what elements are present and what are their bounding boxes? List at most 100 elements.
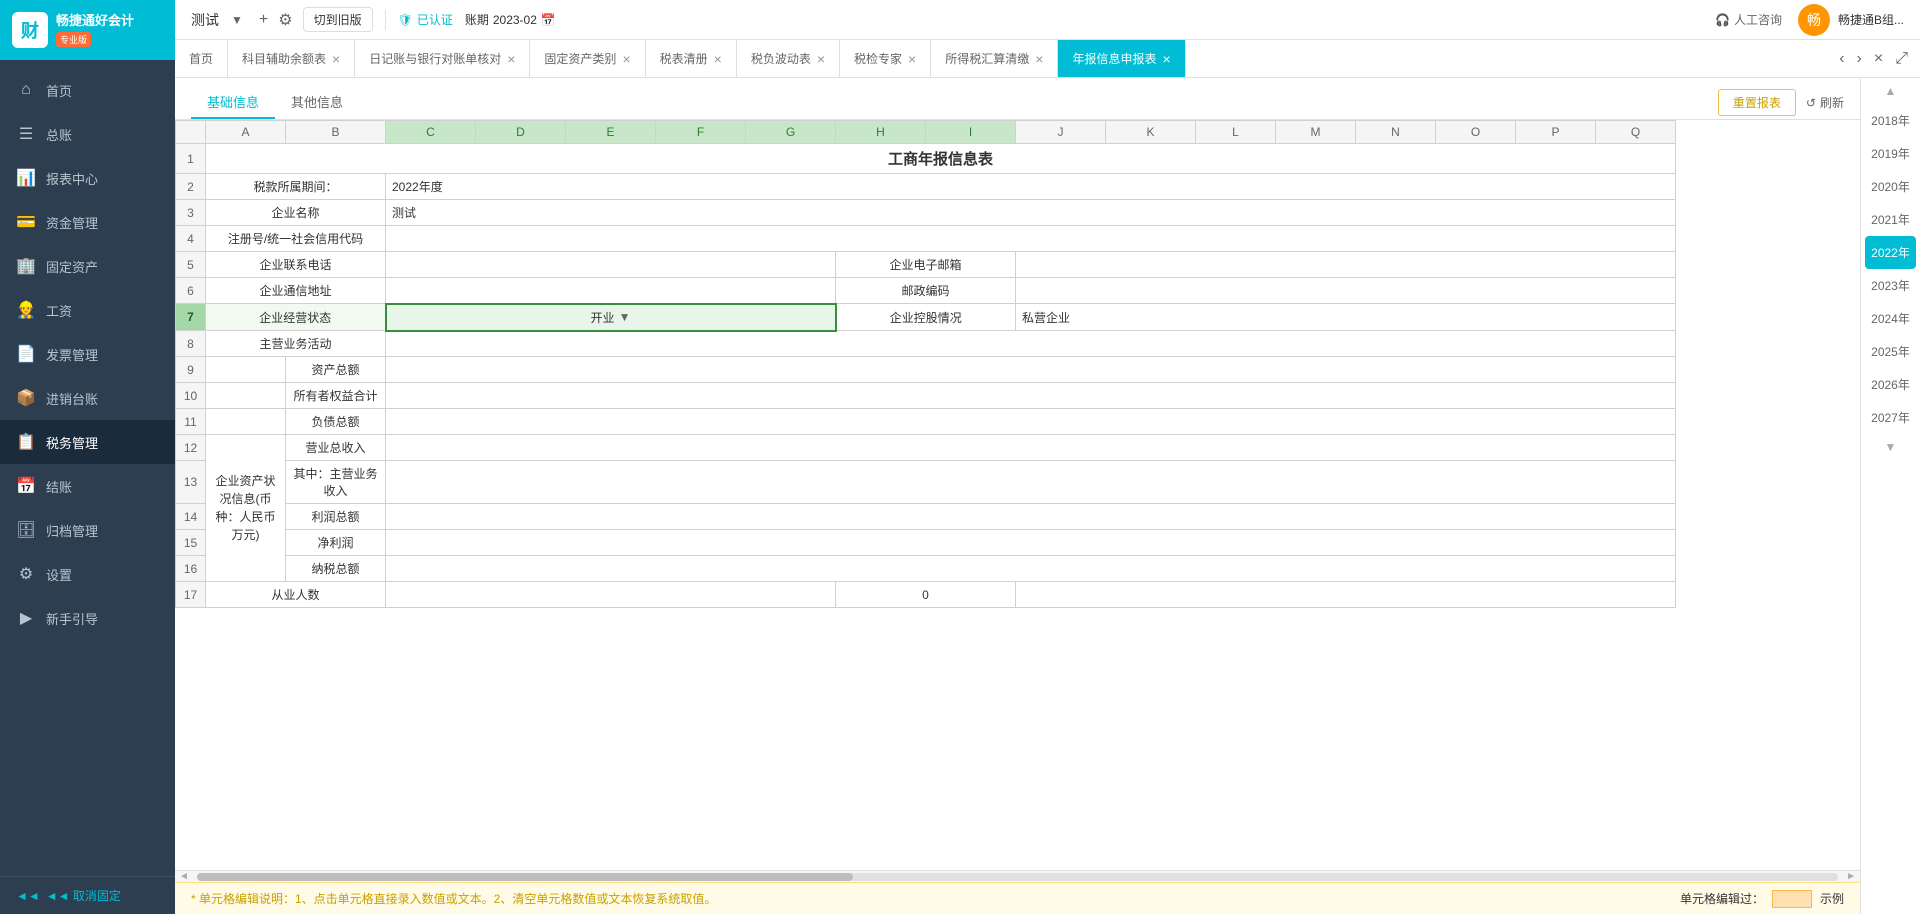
col-header-e[interactable]: E xyxy=(566,121,656,144)
tab-close-icon[interactable]: × xyxy=(908,52,916,66)
cell-total-assets-value[interactable] xyxy=(386,357,1676,383)
tab-incometax[interactable]: 所得税汇算清缴 × xyxy=(931,40,1058,77)
horizontal-scrollbar[interactable]: ◄ ► xyxy=(175,870,1860,882)
cell-main-revenue-value[interactable] xyxy=(386,461,1676,504)
cell-holding-value[interactable]: 私营企业 xyxy=(1016,304,1676,331)
tab-next-button[interactable]: › xyxy=(1853,48,1866,70)
tab-close-icon[interactable]: × xyxy=(507,52,515,66)
cell-biz-status-value[interactable]: 开业 ▼ xyxy=(386,304,836,331)
cell-company-name-value[interactable]: 测试 xyxy=(386,200,1676,226)
add-icon[interactable]: + xyxy=(259,11,268,29)
cell-employees-value-mid[interactable]: 0 xyxy=(836,582,1016,608)
settings-icon[interactable]: ⚙ xyxy=(278,10,292,30)
year-panel-down-button[interactable]: ▼ xyxy=(1861,434,1920,460)
tab-yearreport[interactable]: 年报信息申报表 × xyxy=(1058,40,1185,77)
col-header-p[interactable]: P xyxy=(1516,121,1596,144)
col-header-b[interactable]: B xyxy=(286,121,386,144)
refresh-button[interactable]: ↺ 刷新 xyxy=(1806,94,1844,111)
sidebar-item-guide[interactable]: ▶ 新手引导 xyxy=(0,596,175,640)
cell-address-value[interactable] xyxy=(386,278,836,304)
col-header-g[interactable]: G xyxy=(746,121,836,144)
tab-prev-button[interactable]: ‹ xyxy=(1835,48,1848,70)
sidebar-item-archive[interactable]: 🗄 归档管理 xyxy=(0,508,175,552)
col-header-a[interactable]: A xyxy=(206,121,286,144)
topbar-service[interactable]: 🎧 人工咨询 xyxy=(1715,11,1782,28)
tab-close-icon[interactable]: × xyxy=(817,52,825,66)
col-header-f[interactable]: F xyxy=(656,121,746,144)
tab-fixedasset[interactable]: 固定资产类别 × xyxy=(530,40,645,77)
tab-close-icon[interactable]: × xyxy=(622,52,630,66)
sidebar-item-home[interactable]: ⌂ 首页 xyxy=(0,68,175,112)
cell-profit-value[interactable] xyxy=(386,504,1676,530)
col-header-o[interactable]: O xyxy=(1436,121,1516,144)
tab-taxcheck[interactable]: 税检专家 × xyxy=(840,40,931,77)
spreadsheet-wrapper[interactable]: A B C D E F G H I J K L xyxy=(175,120,1860,870)
sidebar-item-settings[interactable]: ⚙ 设置 xyxy=(0,552,175,596)
year-item-2026[interactable]: 2026年 xyxy=(1861,368,1920,401)
col-header-k[interactable]: K xyxy=(1106,121,1196,144)
col-header-h[interactable]: H xyxy=(836,121,926,144)
col-header-m[interactable]: M xyxy=(1276,121,1356,144)
sidebar-item-invoice[interactable]: 📄 发票管理 xyxy=(0,332,175,376)
sidebar-item-purchase[interactable]: 📦 进销台账 xyxy=(0,376,175,420)
year-item-2023[interactable]: 2023年 xyxy=(1861,269,1920,302)
row-num-13: 13 xyxy=(176,461,206,504)
year-item-2022[interactable]: 2022年 xyxy=(1865,236,1916,269)
cell-revenue-value[interactable] xyxy=(386,435,1676,461)
tab-close-all-button[interactable]: × xyxy=(1870,48,1887,70)
col-header-i[interactable]: I xyxy=(926,121,1016,144)
sidebar-item-tax[interactable]: 📋 税务管理 xyxy=(0,420,175,464)
cell-net-profit-value[interactable] xyxy=(386,530,1676,556)
cell-total-tax-value[interactable] xyxy=(386,556,1676,582)
cell-email-value[interactable] xyxy=(1016,252,1676,278)
cell-tax-period-value[interactable]: 2022年度 xyxy=(386,174,1676,200)
tab-home[interactable]: 首页 xyxy=(175,40,228,77)
calendar-icon[interactable]: 📅 xyxy=(541,13,556,27)
cell-employees-value-left[interactable] xyxy=(386,582,836,608)
year-item-2020[interactable]: 2020年 xyxy=(1861,170,1920,203)
tab-taxwave[interactable]: 税负波动表 × xyxy=(737,40,840,77)
old-version-button[interactable]: 切到旧版 xyxy=(303,7,373,32)
year-item-2019[interactable]: 2019年 xyxy=(1861,137,1920,170)
year-item-2021[interactable]: 2021年 xyxy=(1861,203,1920,236)
year-item-2024[interactable]: 2024年 xyxy=(1861,302,1920,335)
col-header-c[interactable]: C xyxy=(386,121,476,144)
tab-journal[interactable]: 日记账与银行对账单核对 × xyxy=(355,40,530,77)
tab-expand-button[interactable]: ⤢ xyxy=(1891,48,1912,70)
col-header-l[interactable]: L xyxy=(1196,121,1276,144)
col-header-n[interactable]: N xyxy=(1356,121,1436,144)
sidebar-pin-button[interactable]: ◄◄ ◄◄ 取消固定 xyxy=(16,887,159,904)
cell-employees-value-right[interactable] xyxy=(1016,582,1676,608)
sidebar-item-ledger[interactable]: ☰ 总账 xyxy=(0,112,175,156)
sidebar-item-wages[interactable]: 👷 工资 xyxy=(0,288,175,332)
cell-postcode-value[interactable] xyxy=(1016,278,1676,304)
year-item-2027[interactable]: 2027年 xyxy=(1861,401,1920,434)
tab-close-icon[interactable]: × xyxy=(332,52,340,66)
tab-close-icon[interactable]: × xyxy=(714,52,722,66)
cell-main-biz-value[interactable] xyxy=(386,331,1676,357)
tab-close-icon[interactable]: × xyxy=(1162,52,1170,66)
cell-dropdown[interactable]: 开业 ▼ xyxy=(393,309,829,326)
cell-equity-value[interactable] xyxy=(386,383,1676,409)
cell-phone-value[interactable] xyxy=(386,252,836,278)
topbar-dropdown[interactable]: ▼ xyxy=(231,13,243,27)
tab-taxform[interactable]: 税表清册 × xyxy=(646,40,737,77)
tab-aux[interactable]: 科目辅助余额表 × xyxy=(228,40,355,77)
cell-reg-value[interactable] xyxy=(386,226,1676,252)
sidebar-item-reports[interactable]: 📊 报表中心 xyxy=(0,156,175,200)
tab-close-icon[interactable]: × xyxy=(1035,52,1043,66)
col-header-j[interactable]: J xyxy=(1016,121,1106,144)
year-item-2025[interactable]: 2025年 xyxy=(1861,335,1920,368)
sub-tab-other[interactable]: 其他信息 xyxy=(275,86,359,119)
sidebar-item-close[interactable]: 📅 结账 xyxy=(0,464,175,508)
cell-debt-value[interactable] xyxy=(386,409,1676,435)
sidebar-item-funds[interactable]: 💳 资金管理 xyxy=(0,200,175,244)
year-item-2018[interactable]: 2018年 xyxy=(1861,104,1920,137)
reset-button[interactable]: 重置报表 xyxy=(1718,89,1796,116)
sidebar-item-assets[interactable]: 🏢 固定资产 xyxy=(0,244,175,288)
cell-title[interactable]: 工商年报信息表 xyxy=(206,144,1676,174)
col-header-d[interactable]: D xyxy=(476,121,566,144)
sub-tab-basic[interactable]: 基础信息 xyxy=(191,86,275,119)
col-header-q[interactable]: Q xyxy=(1596,121,1676,144)
year-panel-up-button[interactable]: ▲ xyxy=(1861,78,1920,104)
